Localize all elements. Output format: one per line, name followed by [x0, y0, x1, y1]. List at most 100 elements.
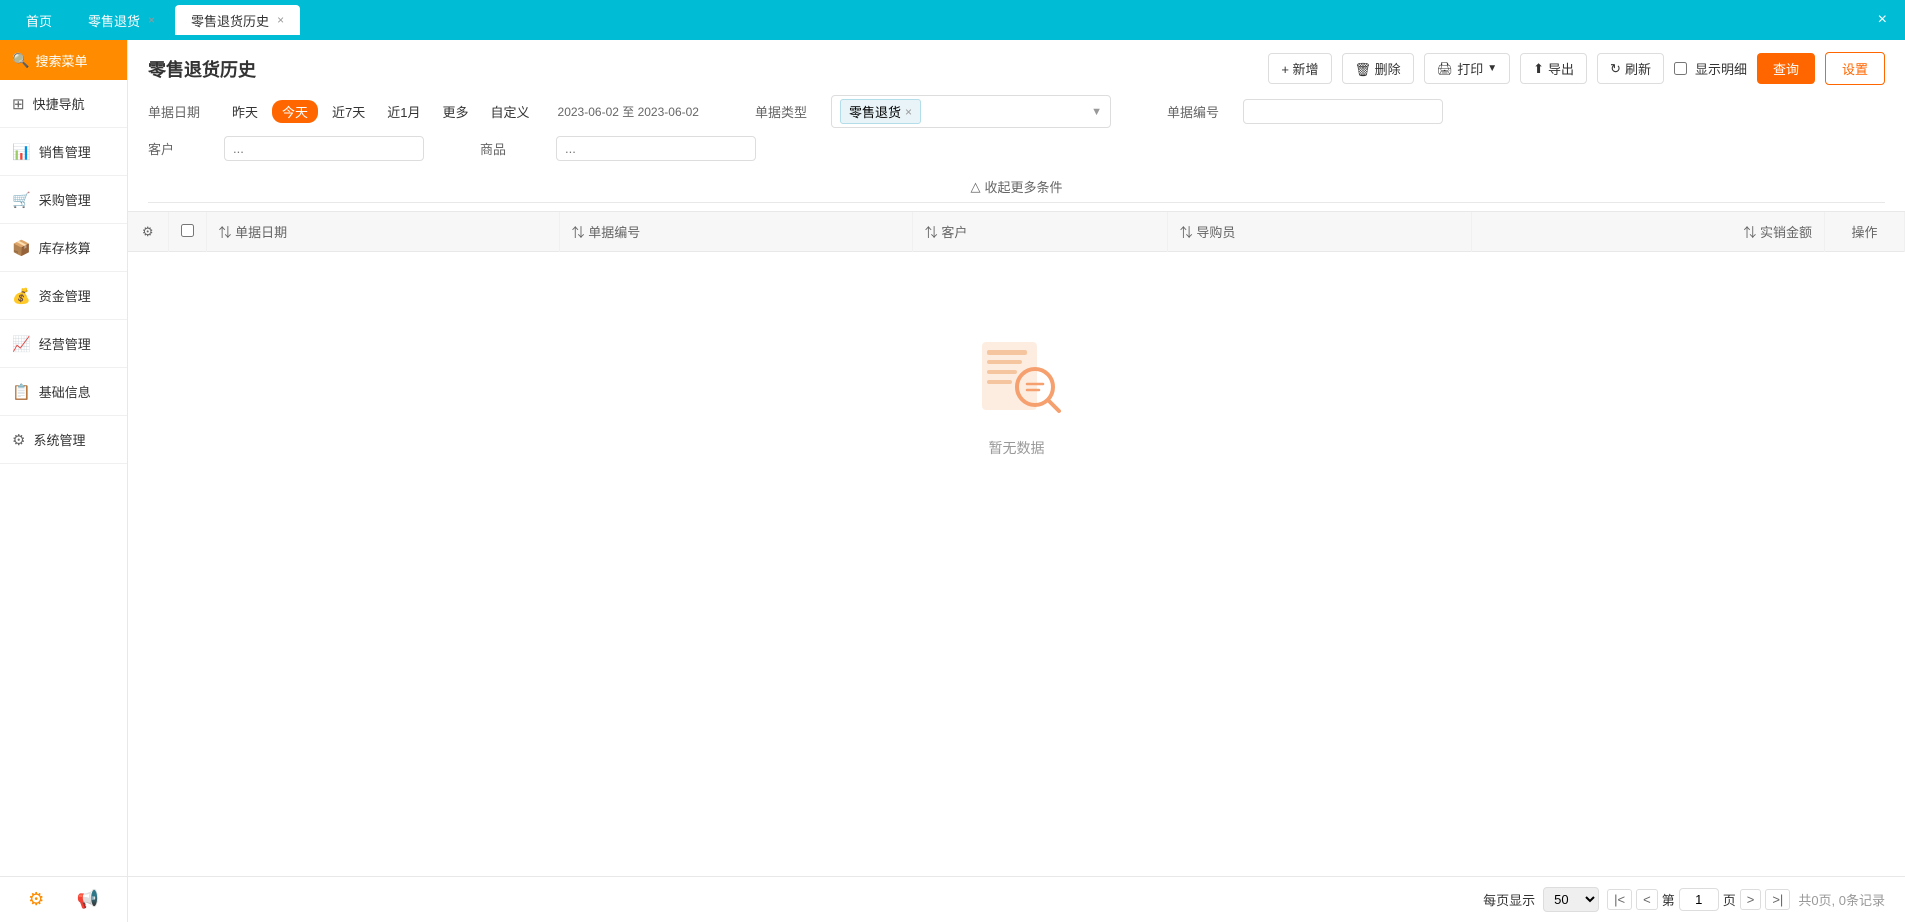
print-button[interactable]: 🖨 打印 ▼ [1424, 53, 1510, 84]
tab-retail-return-close[interactable]: × [148, 13, 155, 27]
sidebar-bottom: ⚙ 📢 [0, 876, 127, 922]
settings-button[interactable]: 设置 [1825, 52, 1885, 85]
header-actions: + 新增 🗑 删除 🖨 打印 ▼ ⬆ 导出 ↻ 刷新 [1268, 52, 1885, 85]
settings-gear-icon[interactable]: ⚙ [28, 889, 44, 910]
table-col-customer-label: ⇅ 客户 [925, 225, 968, 240]
table-col-actions: 操作 [1825, 212, 1905, 252]
tab-retail-return[interactable]: 零售退货 × [72, 5, 171, 35]
last-page-button[interactable]: >| [1765, 889, 1790, 910]
basic-icon: 📋 [12, 383, 31, 401]
tab-home[interactable]: 首页 [10, 5, 68, 35]
pagination-bar: 每页显示 10 20 50 100 |< < 第 页 > >| 共0页, 0条记… [128, 876, 1905, 922]
empty-text: 暂无数据 [989, 438, 1045, 458]
inventory-icon: 📦 [12, 239, 31, 257]
date-more[interactable]: 更多 [435, 100, 477, 123]
sidebar-item-basic[interactable]: 📋 基础信息 [0, 368, 127, 416]
type-filter-label: 单据类型 [755, 102, 815, 121]
page-prefix-label: 第 [1662, 890, 1675, 909]
table-col-date-label: ⇅ 单据日期 [219, 225, 288, 240]
sidebar: 🔍 搜索菜单 ⊞ 快捷导航 📊 销售管理 🛒 采购管理 📦 库存核算 💰 资金管… [0, 40, 128, 922]
per-page-select[interactable]: 10 20 50 100 [1543, 887, 1599, 912]
audio-icon[interactable]: 📢 [76, 889, 98, 910]
select-all-checkbox[interactable] [181, 224, 194, 237]
collapse-button[interactable]: △ 收起更多条件 [958, 173, 1074, 200]
table-col-gear[interactable]: ⚙ [128, 212, 168, 252]
prev-page-button[interactable]: < [1636, 889, 1658, 910]
page-number-input[interactable] [1679, 888, 1719, 911]
table-header-row: ⚙ ⇅ 单据日期 ⇅ 单据编号 ⇅ 客户 ⇅ 导购员 [128, 212, 1905, 252]
sidebar-item-inventory-label: 库存核算 [39, 238, 91, 257]
sidebar-item-quick-nav[interactable]: ⊞ 快捷导航 [0, 80, 127, 128]
refresh-button[interactable]: ↻ 刷新 [1597, 53, 1664, 84]
date-options: 昨天 今天 近7天 近1月 更多 自定义 [224, 100, 538, 123]
table-col-customer: ⇅ 客户 [912, 212, 1167, 252]
refresh-icon: ↻ [1610, 61, 1621, 77]
quick-nav-icon: ⊞ [12, 95, 25, 113]
sidebar-item-sales-label: 销售管理 [39, 142, 91, 161]
tab-retail-return-history-label: 零售退货历史 [191, 11, 269, 30]
sidebar-item-quick-nav-label: 快捷导航 [33, 94, 85, 113]
type-tag-value: 零售退货 [849, 102, 901, 121]
sidebar-item-sales[interactable]: 📊 销售管理 [0, 128, 127, 176]
window-close-button[interactable]: × [1870, 7, 1895, 33]
goods-input[interactable] [556, 136, 756, 161]
date-7days[interactable]: 近7天 [324, 100, 373, 123]
collapse-row: △ 收起更多条件 [148, 169, 1885, 202]
customer-input[interactable] [224, 136, 424, 161]
sidebar-item-inventory[interactable]: 📦 库存核算 [0, 224, 127, 272]
next-page-button[interactable]: > [1740, 889, 1762, 910]
tab-bar: 首页 零售退货 × 零售退货历史 × × [0, 0, 1905, 40]
sidebar-item-basic-label: 基础信息 [39, 382, 91, 401]
table-col-date: ⇅ 单据日期 [206, 212, 559, 252]
sales-icon: 📊 [12, 143, 31, 161]
export-button[interactable]: ⬆ 导出 [1520, 53, 1587, 84]
date-today[interactable]: 今天 [272, 100, 318, 123]
tab-retail-return-label: 零售退货 [88, 11, 140, 30]
purchase-icon: 🛒 [12, 191, 31, 209]
type-tag-remove[interactable]: × [905, 105, 912, 119]
table-col-guide: ⇅ 导购员 [1167, 212, 1471, 252]
first-page-button[interactable]: |< [1607, 889, 1632, 910]
bill-no-filter-label: 单据编号 [1167, 102, 1227, 121]
print-icon: 🖨 [1437, 61, 1454, 77]
page-total: 共0页, 0条记录 [1798, 890, 1885, 909]
print-chevron: ▼ [1487, 63, 1497, 74]
operations-icon: 📈 [12, 335, 31, 353]
empty-icon [967, 332, 1067, 422]
per-page-label: 每页显示 [1483, 890, 1535, 909]
sidebar-search[interactable]: 🔍 搜索菜单 [0, 40, 127, 80]
bill-no-input[interactable] [1243, 99, 1443, 124]
sidebar-item-finance[interactable]: 💰 资金管理 [0, 272, 127, 320]
sidebar-item-purchase-label: 采购管理 [39, 190, 91, 209]
type-filter-select[interactable]: 零售退货 × ▼ [831, 95, 1111, 128]
table-col-bill-no-label: ⇅ 单据编号 [572, 225, 641, 240]
tab-retail-return-history-close[interactable]: × [277, 13, 284, 27]
query-button[interactable]: 查询 [1757, 53, 1815, 84]
date-filter-label: 单据日期 [148, 102, 208, 121]
table-col-bill-no: ⇅ 单据编号 [559, 212, 912, 252]
date-custom[interactable]: 自定义 [483, 100, 538, 123]
date-yesterday[interactable]: 昨天 [224, 100, 266, 123]
sidebar-item-system[interactable]: ⚙ 系统管理 [0, 416, 127, 464]
new-button[interactable]: + 新增 [1268, 53, 1331, 84]
finance-icon: 💰 [12, 287, 31, 305]
show-detail-checkbox[interactable] [1674, 62, 1687, 75]
date-1month[interactable]: 近1月 [379, 100, 428, 123]
system-icon: ⚙ [12, 431, 25, 449]
table-col-checkbox[interactable] [168, 212, 206, 252]
sidebar-item-operations[interactable]: 📈 经营管理 [0, 320, 127, 368]
page-header: 零售退货历史 + 新增 🗑 删除 🖨 打印 ▼ ⬆ 导出 ↻ [128, 40, 1905, 212]
tab-home-label: 首页 [26, 11, 52, 30]
table-wrap: ⚙ ⇅ 单据日期 ⇅ 单据编号 ⇅ 客户 ⇅ 导购员 [128, 212, 1905, 876]
sidebar-item-finance-label: 资金管理 [39, 286, 91, 305]
tab-retail-return-history[interactable]: 零售退货历史 × [175, 5, 300, 35]
page-title: 零售退货历史 [148, 56, 256, 82]
type-select-chevron: ▼ [1091, 106, 1102, 118]
sidebar-item-purchase[interactable]: 🛒 采购管理 [0, 176, 127, 224]
export-label: 导出 [1548, 59, 1574, 78]
print-label: 打印 [1457, 59, 1483, 78]
page-nav: |< < 第 页 > >| [1607, 888, 1790, 911]
search-icon: 🔍 [12, 52, 29, 69]
delete-button[interactable]: 🗑 删除 [1342, 53, 1414, 84]
collapse-icon: △ [970, 179, 980, 195]
